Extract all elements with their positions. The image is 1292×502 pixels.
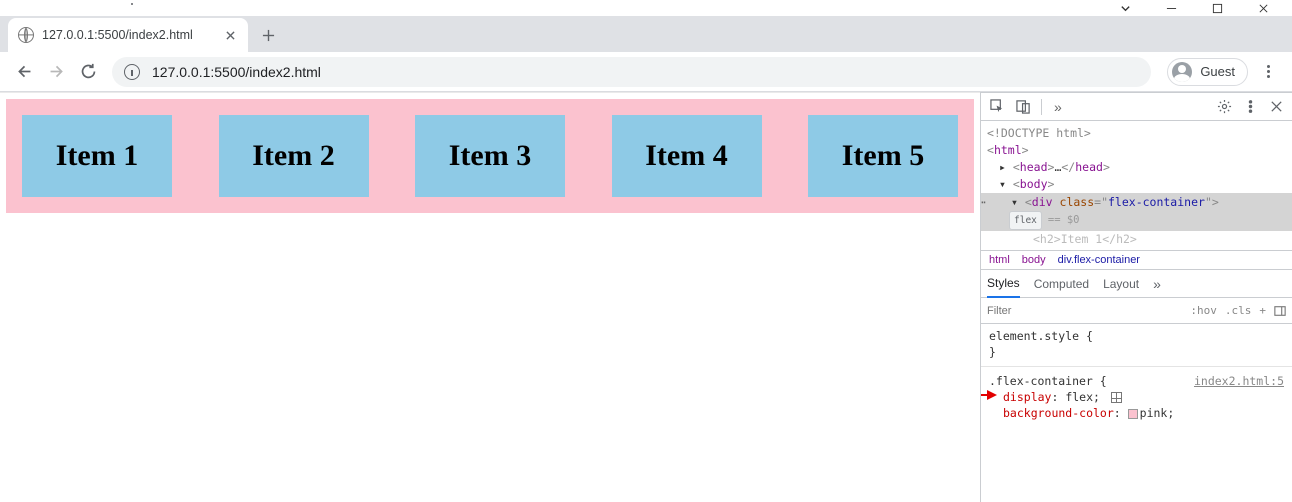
devtools-close-button[interactable] (1264, 95, 1288, 119)
dom-head[interactable]: ▸ <head>…</head> (987, 159, 1292, 176)
crumb-active[interactable]: div.flex-container (1058, 254, 1140, 266)
kebab-dot (1267, 70, 1270, 73)
close-icon (226, 31, 235, 40)
close-icon (1269, 99, 1284, 114)
forward-button[interactable] (40, 56, 72, 88)
site-info-icon[interactable] (124, 64, 140, 80)
arrow-right-icon (48, 63, 65, 80)
tab-computed[interactable]: Computed (1034, 277, 1089, 291)
new-rule-button[interactable]: + (1259, 304, 1266, 317)
reload-button[interactable] (72, 56, 104, 88)
device-icon (1016, 99, 1031, 114)
rule-divider (981, 366, 1292, 367)
sidebar-toggle-icon[interactable] (1274, 305, 1286, 317)
flex-item: Item 1 (22, 115, 172, 197)
dom-doctype[interactable]: <!DOCTYPE html> (987, 125, 1292, 142)
inspect-icon (990, 99, 1005, 114)
styles-filter-input[interactable] (987, 305, 1182, 317)
crumb[interactable]: html (989, 254, 1010, 266)
gear-icon (1217, 99, 1232, 114)
browser-menu-button[interactable] (1252, 56, 1284, 88)
divider (1041, 99, 1042, 115)
tab-close-button[interactable] (222, 27, 238, 43)
chevron-down-icon (1120, 3, 1131, 14)
styles-filter-bar: :hov .cls + (981, 298, 1292, 324)
profile-label: Guest (1200, 64, 1235, 79)
devtools-tabbar: » (981, 93, 1292, 121)
flex-item: Item 5 (808, 115, 958, 197)
color-swatch[interactable] (1128, 409, 1138, 419)
tab-strip: 127.0.0.1:5500/index2.html (0, 16, 1292, 52)
flex-editor-icon[interactable] (1111, 392, 1122, 403)
kebab-icon (1243, 99, 1258, 114)
rule-source-link[interactable]: index2.html:5 (1194, 373, 1284, 389)
flex-item: Item 3 (415, 115, 565, 197)
avatar-icon (1172, 62, 1192, 82)
minimize-icon (1166, 3, 1177, 14)
url-text: 127.0.0.1:5500/index2.html (152, 64, 1139, 80)
devtools-menu-button[interactable] (1238, 95, 1262, 119)
workspace: Item 1 Item 2 Item 3 Item 4 Item 5 » (0, 92, 1292, 502)
maximize-icon (1212, 3, 1223, 14)
browser-toolbar: 127.0.0.1:5500/index2.html Guest (0, 52, 1292, 92)
dom-breadcrumbs[interactable]: html body div.flex-container (981, 251, 1292, 270)
window-close-button[interactable] (1240, 0, 1286, 16)
devtools-settings-button[interactable] (1212, 95, 1236, 119)
cls-toggle[interactable]: .cls (1225, 304, 1252, 317)
reload-icon (80, 63, 97, 80)
styles-pane[interactable]: element.style { } index2.html:5 .flex-co… (981, 324, 1292, 425)
hov-toggle[interactable]: :hov (1190, 304, 1217, 317)
subtabs-more[interactable]: » (1153, 276, 1161, 292)
profile-chip[interactable]: Guest (1167, 58, 1248, 86)
tab-styles[interactable]: Styles (987, 270, 1020, 298)
crumb[interactable]: body (1022, 254, 1046, 266)
arrow-left-icon (16, 63, 33, 80)
tab-title: 127.0.0.1:5500/index2.html (42, 28, 214, 42)
dom-selected-node[interactable]: ⋯ ▾ <div class="flex-container"> flex== … (981, 193, 1292, 231)
window-dropdown-button[interactable] (1102, 0, 1148, 16)
devtools-more-tabs[interactable]: » (1048, 99, 1068, 115)
window-titlebar (0, 0, 1292, 16)
address-bar[interactable]: 127.0.0.1:5500/index2.html (112, 57, 1151, 87)
close-icon (1258, 3, 1269, 14)
inspect-element-button[interactable] (985, 95, 1009, 119)
kebab-dot (1267, 65, 1270, 68)
flex-item: Item 2 (219, 115, 369, 197)
kebab-dot (1267, 75, 1270, 78)
browser-tab[interactable]: 127.0.0.1:5500/index2.html (8, 18, 248, 52)
window-maximize-button[interactable] (1194, 0, 1240, 16)
flex-container-rule[interactable]: index2.html:5 .flex-container { display:… (989, 373, 1284, 421)
device-toggle-button[interactable] (1011, 95, 1035, 119)
dom-body[interactable]: ▾ <body> (987, 176, 1292, 193)
flex-container: Item 1 Item 2 Item 3 Item 4 Item 5 (6, 99, 974, 213)
dom-tree[interactable]: <!DOCTYPE html> <html> ▸ <head>…</head> … (981, 121, 1292, 251)
flex-item: Item 4 (612, 115, 762, 197)
dom-html-open[interactable]: <html> (987, 142, 1292, 159)
red-arrow-annotation (981, 389, 997, 401)
prop-display[interactable]: display: flex; (989, 389, 1284, 405)
element-style-block[interactable]: element.style { } (989, 328, 1284, 360)
prop-background[interactable]: background-color: pink; (989, 405, 1284, 421)
globe-icon (18, 27, 34, 43)
page-viewport: Item 1 Item 2 Item 3 Item 4 Item 5 (0, 92, 980, 502)
styles-subtabs: Styles Computed Layout » (981, 270, 1292, 298)
devtools-panel: » <!DOCTYPE html> <html> ▸ <head>…</head… (980, 92, 1292, 502)
dollar-zero: == $0 (1048, 214, 1080, 226)
new-tab-button[interactable] (254, 21, 282, 49)
dom-child-preview[interactable]: <h2>Item 1</h2> (987, 231, 1292, 248)
window-minimize-button[interactable] (1148, 0, 1194, 16)
tab-layout[interactable]: Layout (1103, 277, 1139, 291)
plus-icon (262, 29, 275, 42)
flex-badge[interactable]: flex (1009, 211, 1042, 230)
back-button[interactable] (8, 56, 40, 88)
